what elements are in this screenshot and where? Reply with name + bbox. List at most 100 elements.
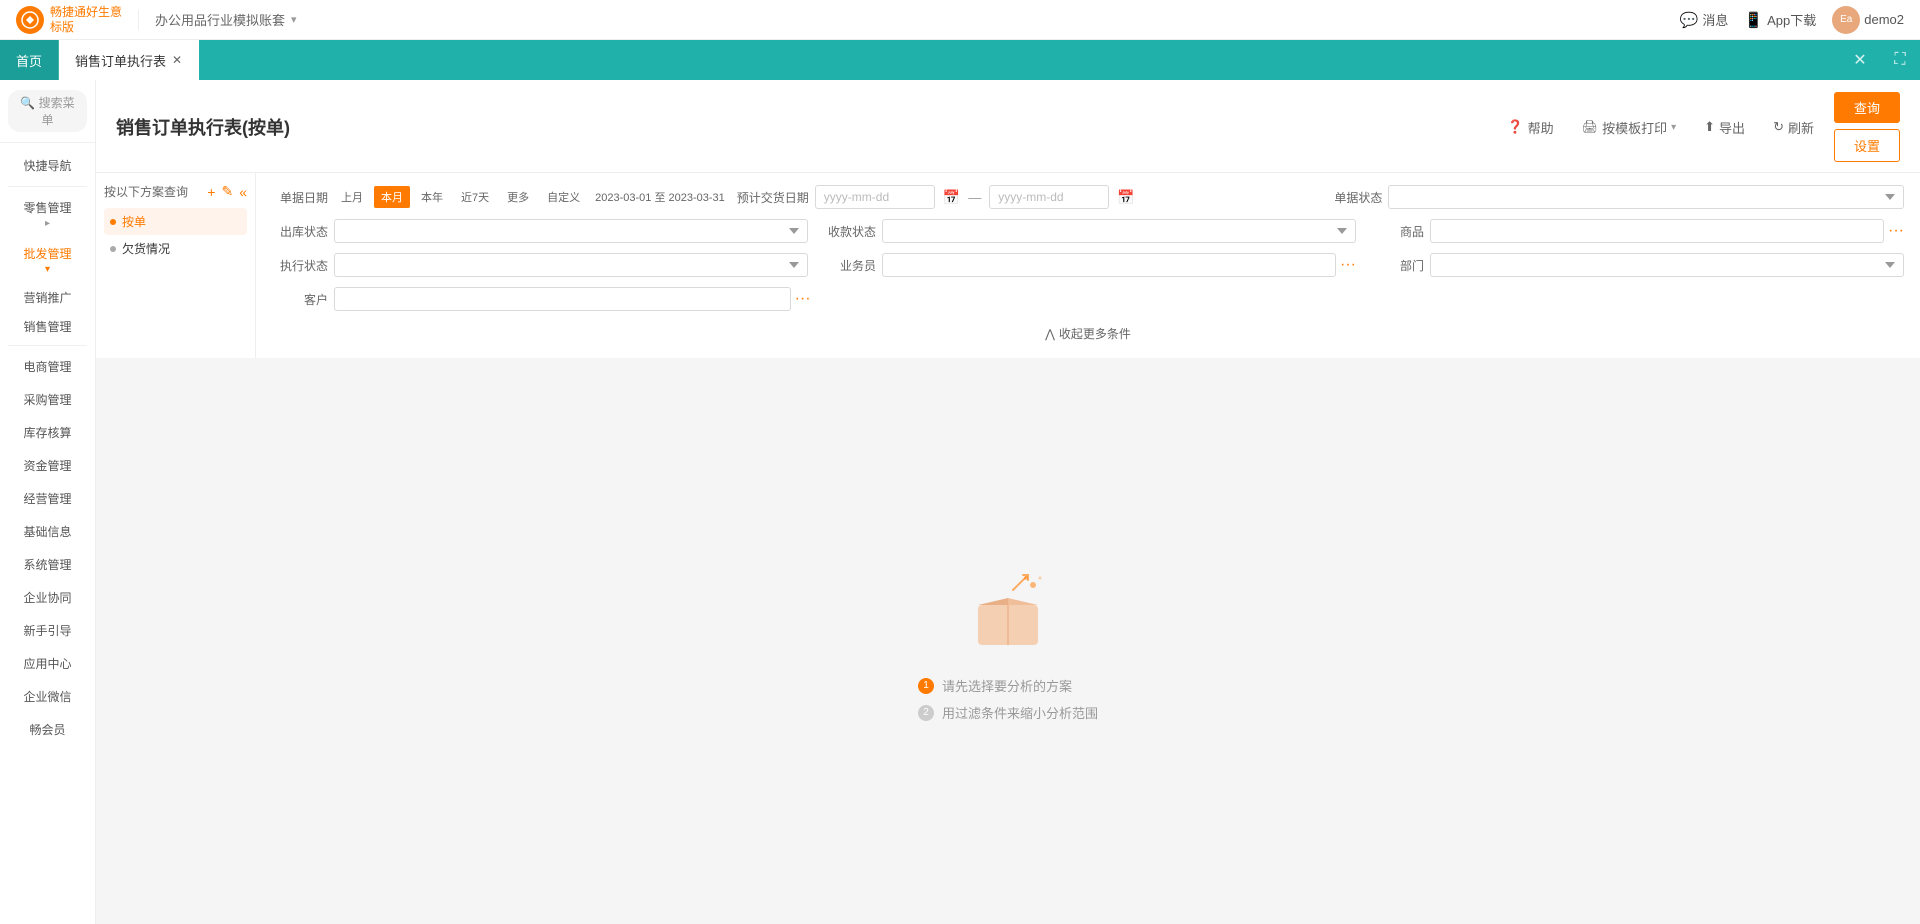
refresh-label: 刷新 <box>1788 118 1814 137</box>
calendar-start-icon[interactable]: 📅 <box>943 189 960 206</box>
finance-mgmt-label: 资金管理 <box>23 457 71 474</box>
purchase-mgmt-label: 采购管理 <box>23 391 71 408</box>
tab-sales-order[interactable]: 销售订单执行表 ✕ <box>59 40 199 80</box>
sidebar-item-wholesale-mgmt[interactable]: 批发管理 ▾ <box>0 237 95 283</box>
sidebar-item-new-guide[interactable]: 新手引导 <box>0 614 95 647</box>
department-select[interactable] <box>1430 253 1904 277</box>
filter-item-doc-status: 单据状态 <box>1326 185 1904 209</box>
help-icon: ❓ <box>1507 119 1523 135</box>
plan-label-by-order: 按单 <box>122 213 146 230</box>
filter-left-title-text: 按以下方案查询 <box>104 183 188 200</box>
page-title: 销售订单执行表(按单) <box>116 114 290 140</box>
filter-item-customer: 客户 ··· <box>272 287 811 311</box>
sidebar-sub-marketing[interactable]: 营销推广 <box>0 283 95 312</box>
tab-expand-button[interactable]: ✕ <box>1840 40 1880 80</box>
doc-status-select[interactable] <box>1388 185 1904 209</box>
user-menu[interactable]: Ea demo2 <box>1832 6 1904 34</box>
date-separator: — <box>964 190 985 205</box>
sidebar-item-enterprise-wechat[interactable]: 企业微信 <box>0 680 95 713</box>
settings-button[interactable]: 设置 <box>1834 129 1900 162</box>
collapse-left-button[interactable]: « <box>239 184 247 200</box>
plan-item-owe-goods[interactable]: 欠货情况 <box>104 235 247 262</box>
sales-mgmt-label: 销售管理 <box>23 320 71 334</box>
sidebar-item-sys-mgmt[interactable]: 系统管理 <box>0 548 95 581</box>
doc-status-label: 单据状态 <box>1326 189 1382 206</box>
sidebar-item-quick-nav[interactable]: 快捷导航 <box>0 149 95 182</box>
goods-input[interactable] <box>1430 219 1884 243</box>
export-button[interactable]: ⬆ 导出 <box>1696 114 1753 141</box>
template-print-arrow: ▾ <box>1671 122 1676 133</box>
refresh-button[interactable]: ↻ 刷新 <box>1765 114 1822 141</box>
query-button[interactable]: 查询 <box>1834 92 1900 123</box>
page-actions: ❓ 帮助 🖨 按模板打印 ▾ ⬆ 导出 ↻ 刷新 <box>1499 92 1900 162</box>
sidebar-item-finance-mgmt[interactable]: 资金管理 <box>0 449 95 482</box>
sidebar-item-member[interactable]: 畅会员 <box>0 713 95 746</box>
template-print-label: 按模板打印 <box>1602 118 1667 137</box>
logo-area: 畅捷通好生意 标版 <box>16 5 122 34</box>
sidebar-item-ecom-mgmt[interactable]: 电商管理 <box>0 350 95 383</box>
goods-more-icon[interactable]: ··· <box>1888 222 1904 240</box>
tab-maximize-button[interactable]: ⛶ <box>1880 40 1920 80</box>
content-area: 销售订单执行表(按单) ❓ 帮助 🖨 按模板打印 ▾ ⬆ 导出 <box>96 80 1920 924</box>
ecom-mgmt-label: 电商管理 <box>23 358 71 375</box>
date-btn-this-month[interactable]: 本月 <box>374 186 410 208</box>
hint-number-2: 2 <box>918 705 934 721</box>
customer-more-icon[interactable]: ··· <box>795 290 811 308</box>
collapse-arrow-icon: ⋀ <box>1045 327 1055 341</box>
goods-label: 商品 <box>1368 223 1424 240</box>
calendar-end-icon[interactable]: 📅 <box>1117 189 1134 206</box>
filter-item-department: 部门 <box>1368 253 1904 277</box>
filter-row-3: 执行状态 业务员 ··· <box>272 253 1904 277</box>
sidebar-sub-sales-mgmt[interactable]: 销售管理 <box>0 312 95 341</box>
app-download-button[interactable]: 📱 App下载 <box>1744 10 1816 29</box>
tab-home[interactable]: 首页 <box>0 40 59 80</box>
header-right: 💬 消息 📱 App下载 Ea demo2 <box>1680 6 1904 34</box>
tab-close-icon[interactable]: ✕ <box>172 53 182 67</box>
search-icon: 🔍 <box>20 96 35 110</box>
date-btn-last-month[interactable]: 上月 <box>334 186 370 208</box>
date-btn-more[interactable]: 更多 <box>500 186 536 208</box>
shipment-status-select[interactable] <box>334 219 808 243</box>
expected-delivery-end[interactable] <box>989 185 1109 209</box>
sidebar-item-retail-mgmt[interactable]: 零售管理 ▸ <box>0 191 95 237</box>
plan-item-by-order[interactable]: 按单 <box>104 208 247 235</box>
message-button[interactable]: 💬 消息 <box>1680 10 1729 29</box>
sidebar-item-app-center[interactable]: 应用中心 <box>0 647 95 680</box>
sidebar-item-basic-info[interactable]: 基础信息 <box>0 515 95 548</box>
collapse-more-conditions-button[interactable]: ⋀ 收起更多条件 <box>272 321 1904 346</box>
ops-mgmt-label: 经营管理 <box>23 490 71 507</box>
date-btn-custom[interactable]: 自定义 <box>540 186 587 208</box>
payment-status-select[interactable] <box>882 219 1356 243</box>
filter-panel: 按以下方案查询 + ✎ « 按单 欠货情况 <box>96 173 1920 358</box>
sidebar-item-stock-check[interactable]: 库存核算 <box>0 416 95 449</box>
plan-label-owe-goods: 欠货情况 <box>122 240 170 257</box>
expected-delivery-start[interactable] <box>815 185 935 209</box>
search-menu-label: 搜索菜单 <box>39 96 75 127</box>
date-btn-last-7-days[interactable]: 近7天 <box>454 186 496 208</box>
customer-input[interactable] <box>334 287 791 311</box>
filter-left-panel: 按以下方案查询 + ✎ « 按单 欠货情况 <box>96 173 256 358</box>
date-btn-this-year[interactable]: 本年 <box>414 186 450 208</box>
tab-sales-order-label: 销售订单执行表 <box>75 51 166 70</box>
export-icon: ⬆ <box>1704 119 1715 135</box>
sidebar-item-purchase-mgmt[interactable]: 采购管理 <box>0 383 95 416</box>
basic-info-label: 基础信息 <box>23 523 71 540</box>
sidebar-item-enterprise-collab[interactable]: 企业协同 <box>0 581 95 614</box>
add-plan-button[interactable]: + <box>207 184 215 200</box>
header-left: 畅捷通好生意 标版 办公用品行业模拟账套 ▾ <box>16 5 297 34</box>
main-layout: 🔍 搜索菜单 快捷导航 零售管理 ▸ 批发管理 ▾ 营销推广 销售管理 <box>0 80 1920 924</box>
salesperson-more-icon[interactable]: ··· <box>1340 256 1356 274</box>
template-print-button[interactable]: 🖨 按模板打印 ▾ <box>1574 114 1685 141</box>
sidebar-item-ops-mgmt[interactable]: 经营管理 <box>0 482 95 515</box>
help-button[interactable]: ❓ 帮助 <box>1499 114 1561 141</box>
sidebar: 🔍 搜索菜单 快捷导航 零售管理 ▸ 批发管理 ▾ 营销推广 销售管理 <box>0 80 96 924</box>
breadcrumb[interactable]: 办公用品行业模拟账套 ▾ <box>155 10 297 29</box>
salesperson-input[interactable] <box>882 253 1336 277</box>
edit-plan-button[interactable]: ✎ <box>221 183 233 200</box>
customer-label: 客户 <box>272 291 328 308</box>
message-icon: 💬 <box>1680 11 1699 29</box>
sidebar-divider-1 <box>8 186 87 187</box>
filter-right-panel: 单据日期 上月 本月 本年 近7天 更多 自定义 2023-03-01 至 20… <box>256 173 1920 358</box>
exec-status-select[interactable] <box>334 253 808 277</box>
search-menu-button[interactable]: 🔍 搜索菜单 <box>8 90 87 132</box>
